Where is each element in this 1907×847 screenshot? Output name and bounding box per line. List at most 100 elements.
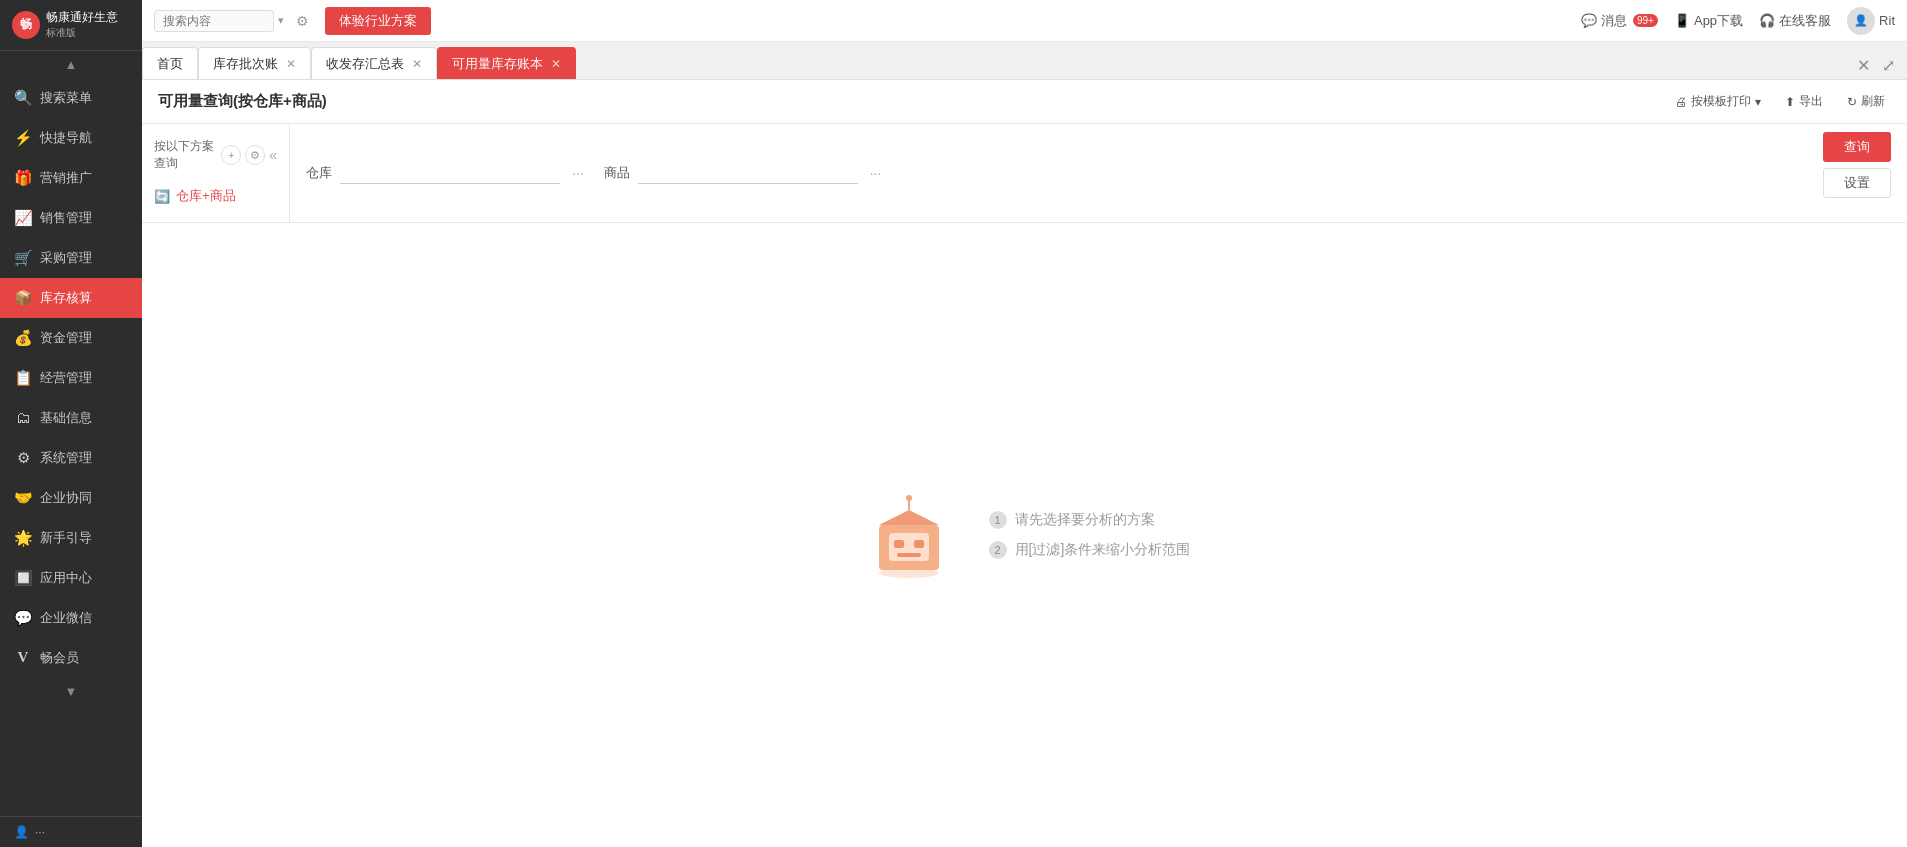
- export-label: 导出: [1799, 93, 1823, 110]
- refresh-button[interactable]: ↻ 刷新: [1841, 90, 1891, 113]
- tab-available-inventory[interactable]: 可用量库存账本 ✕: [437, 47, 576, 79]
- warehouse-filter-field: 仓库 ···: [306, 162, 584, 184]
- warehouse-more-button[interactable]: ···: [572, 165, 584, 181]
- message-label: 消息: [1601, 12, 1627, 30]
- filter-settings-button[interactable]: ⚙: [245, 145, 265, 165]
- tab-maximize-button[interactable]: ⤢: [1878, 52, 1899, 79]
- goods-more-button[interactable]: ···: [870, 165, 882, 181]
- sidebar-item-label: 销售管理: [40, 209, 92, 227]
- message-icon: 💬: [1581, 13, 1597, 28]
- tab-close-icon[interactable]: ✕: [412, 57, 422, 71]
- sidebar-item-finance[interactable]: 💰 资金管理: [0, 318, 142, 358]
- tab-close-icon[interactable]: ✕: [551, 57, 561, 71]
- empty-tip-1: 1 请先选择要分析的方案: [989, 511, 1191, 529]
- content-header: 可用量查询(按仓库+商品) 🖨 按模板打印 ▾ ⬆ 导出 ↻ 刷新: [142, 80, 1907, 124]
- sidebar-scroll-up[interactable]: ▲: [0, 51, 142, 78]
- filter-add-button[interactable]: +: [221, 145, 241, 165]
- user-avatar-icon: 👤: [14, 825, 29, 839]
- sidebar-item-marketing[interactable]: 🎁 营销推广: [0, 158, 142, 198]
- industry-solution-button[interactable]: 体验行业方案: [325, 7, 431, 35]
- sidebar-username: ···: [35, 825, 45, 839]
- shortcut-icon: ⚡: [14, 129, 32, 147]
- sidebar-item-shortcut[interactable]: ⚡ 快捷导航: [0, 118, 142, 158]
- app-download-button[interactable]: 📱 App下载: [1674, 12, 1743, 30]
- sidebar-item-operations[interactable]: 📋 经营管理: [0, 358, 142, 398]
- tip-text-2: 用[过滤]条件来缩小分析范围: [1015, 541, 1191, 559]
- sidebar-item-label: 企业微信: [40, 609, 92, 627]
- app-download-label: App下载: [1694, 12, 1743, 30]
- filter-area: 按以下方案查询 + ⚙ « 🔄 仓库+商品 仓库 ···: [142, 124, 1907, 223]
- goods-input[interactable]: [638, 162, 858, 184]
- header-actions: 🖨 按模板打印 ▾ ⬆ 导出 ↻ 刷新: [1669, 90, 1891, 113]
- sidebar: 畅 畅康通好生意 标准版 ▲ 🔍 搜索菜单 ⚡ 快捷导航 🎁 营销推广 📈 销售…: [0, 0, 142, 847]
- svg-marker-1: [879, 510, 939, 525]
- sidebar-item-guide[interactable]: 🌟 新手引导: [0, 518, 142, 558]
- headset-icon: 🎧: [1759, 13, 1775, 28]
- tab-batch-account[interactable]: 库存批次账 ✕: [198, 47, 311, 79]
- topbar-gear-icon[interactable]: ⚙: [292, 11, 313, 31]
- goods-filter-field: 商品 ···: [604, 162, 882, 184]
- sidebar-item-search[interactable]: 🔍 搜索菜单: [0, 78, 142, 118]
- print-label: 按模板打印: [1691, 93, 1751, 110]
- guide-icon: 🌟: [14, 529, 32, 547]
- svg-rect-4: [914, 540, 924, 548]
- sales-icon: 📈: [14, 209, 32, 227]
- filter-action-buttons: 查询 设置: [1807, 124, 1907, 222]
- sidebar-item-label: 企业协同: [40, 489, 92, 507]
- sidebar-item-system[interactable]: ⚙ 系统管理: [0, 438, 142, 478]
- sidebar-item-label: 营销推广: [40, 169, 92, 187]
- topbar-search-input[interactable]: [154, 10, 274, 32]
- sidebar-item-purchase[interactable]: 🛒 采购管理: [0, 238, 142, 278]
- topbar-input-wrap: ▾: [154, 10, 284, 32]
- sidebar-item-enterprise[interactable]: 🤝 企业协同: [0, 478, 142, 518]
- empty-state: 1 请先选择要分析的方案 2 用[过滤]条件来缩小分析范围: [142, 223, 1907, 847]
- sidebar-item-label: 基础信息: [40, 409, 92, 427]
- sidebar-item-label: 应用中心: [40, 569, 92, 587]
- finance-icon: 💰: [14, 329, 32, 347]
- filter-sidebar-title: 按以下方案查询: [154, 138, 221, 172]
- query-button[interactable]: 查询: [1823, 132, 1891, 162]
- sidebar-bottom-user[interactable]: 👤 ···: [0, 816, 142, 847]
- message-button[interactable]: 💬 消息 99+: [1581, 12, 1658, 30]
- tab-home[interactable]: 首页: [142, 47, 198, 79]
- sidebar-item-basic[interactable]: 🗂 基础信息: [0, 398, 142, 438]
- tab-receipt-summary[interactable]: 收发存汇总表 ✕: [311, 47, 437, 79]
- print-icon: 🖨: [1675, 95, 1687, 109]
- warehouse-input[interactable]: [340, 162, 560, 184]
- filter-sidebar-actions: + ⚙ «: [221, 145, 277, 165]
- sidebar-logo: 畅 畅康通好生意 标准版: [0, 0, 142, 51]
- sidebar-item-sales[interactable]: 📈 销售管理: [0, 198, 142, 238]
- settings-button[interactable]: 设置: [1823, 168, 1891, 198]
- sidebar-item-vip[interactable]: V 畅会员: [0, 638, 142, 678]
- filter-sidebar: 按以下方案查询 + ⚙ « 🔄 仓库+商品: [142, 124, 290, 222]
- filter-fields: 仓库 ··· 商品 ···: [290, 124, 1807, 222]
- app-name: 畅康通好生意: [46, 10, 118, 26]
- content-area: 可用量查询(按仓库+商品) 🖨 按模板打印 ▾ ⬆ 导出 ↻ 刷新: [142, 80, 1907, 847]
- export-button[interactable]: ⬆ 导出: [1779, 90, 1829, 113]
- tab-close-icon[interactable]: ✕: [286, 57, 296, 71]
- topbar-chevron-icon[interactable]: ▾: [278, 14, 284, 27]
- marketing-icon: 🎁: [14, 169, 32, 187]
- tip-text-1: 请先选择要分析的方案: [1015, 511, 1155, 529]
- operations-icon: 📋: [14, 369, 32, 387]
- sidebar-item-label: 经营管理: [40, 369, 92, 387]
- sidebar-item-wechat[interactable]: 💬 企业微信: [0, 598, 142, 638]
- sidebar-scroll-down[interactable]: ▼: [0, 678, 142, 705]
- filter-item-label: 仓库+商品: [176, 187, 236, 205]
- avatar-icon: 👤: [1854, 14, 1868, 27]
- sidebar-item-app-center[interactable]: 🔲 应用中心: [0, 558, 142, 598]
- sidebar-item-label: 快捷导航: [40, 129, 92, 147]
- tab-label: 收发存汇总表: [326, 55, 404, 73]
- filter-collapse-button[interactable]: «: [269, 147, 277, 163]
- print-template-button[interactable]: 🖨 按模板打印 ▾: [1669, 90, 1767, 113]
- svg-rect-5: [897, 553, 921, 557]
- filter-item-warehouse-goods[interactable]: 🔄 仓库+商品: [142, 180, 289, 212]
- user-profile-button[interactable]: 👤 Rit: [1847, 7, 1895, 35]
- warehouse-label: 仓库: [306, 164, 332, 182]
- refresh-icon: ↻: [1847, 95, 1857, 109]
- sidebar-item-inventory[interactable]: 📦 库存核算: [0, 278, 142, 318]
- tip-number-1: 1: [989, 511, 1007, 529]
- app-badge: 标准版: [46, 26, 118, 40]
- tab-close-current-button[interactable]: ✕: [1853, 52, 1874, 79]
- online-service-button[interactable]: 🎧 在线客服: [1759, 12, 1831, 30]
